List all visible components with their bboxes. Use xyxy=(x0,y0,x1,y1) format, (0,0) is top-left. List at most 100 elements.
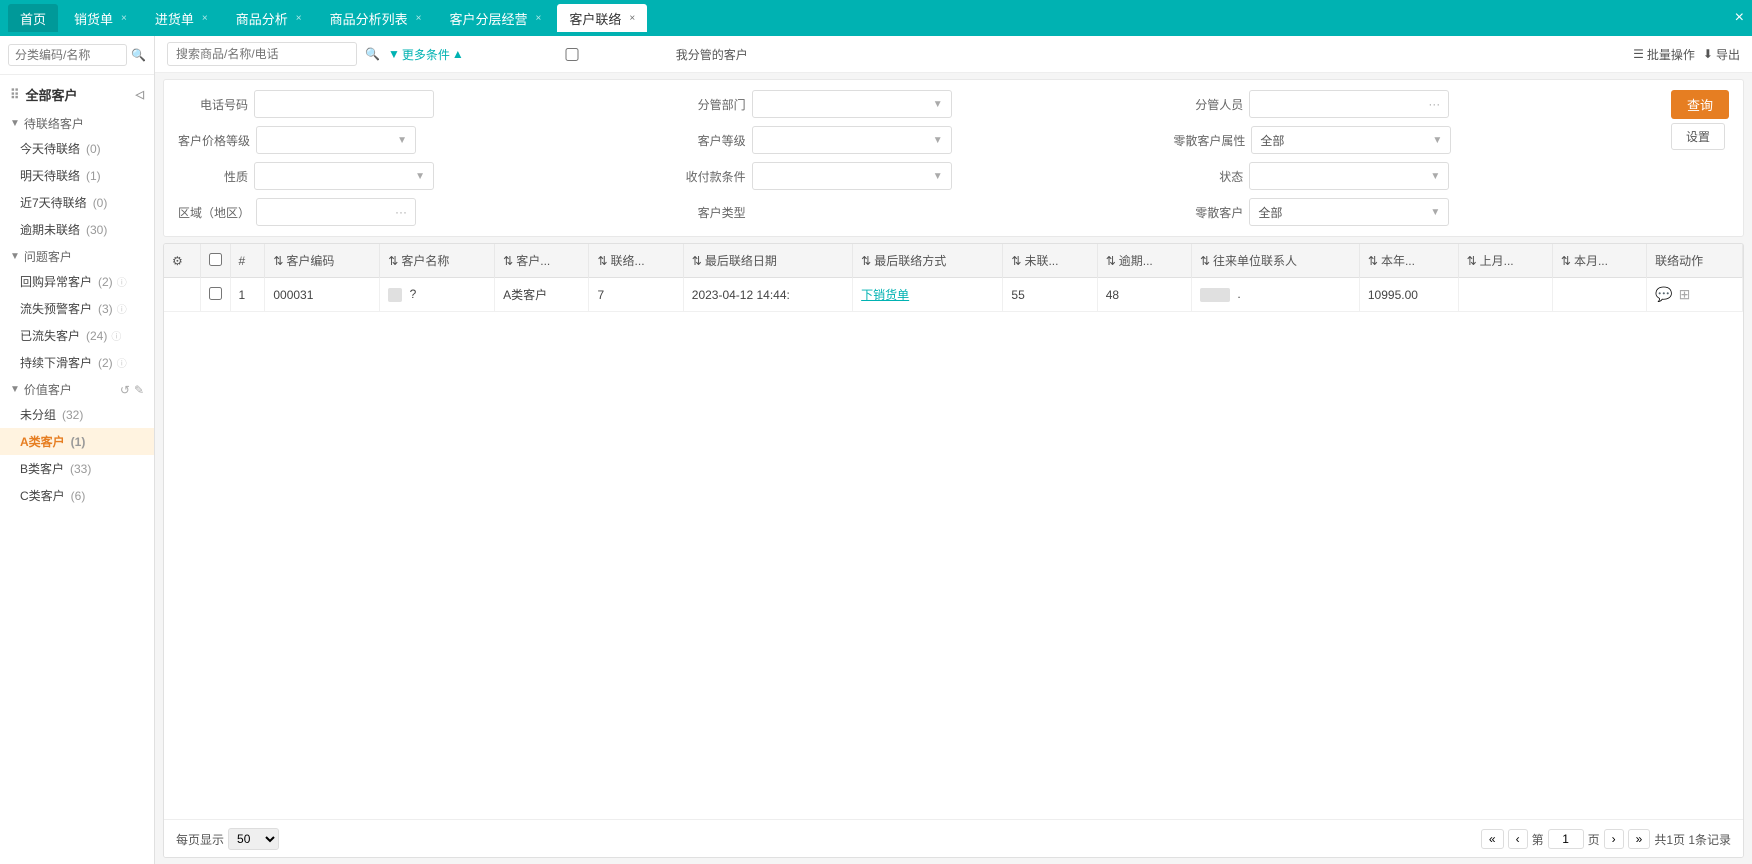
tab-analysis-list[interactable]: 商品分析列表 × xyxy=(318,4,434,32)
tab-customer-contact-close[interactable]: × xyxy=(629,13,635,24)
sidebar-item-tomorrow[interactable]: 明天待联络 (1) xyxy=(0,162,154,189)
sidebar-item-ungroup[interactable]: 未分组 (32) xyxy=(0,401,154,428)
sidebar-item-lost[interactable]: 已流失客户 (24) ⓘ xyxy=(0,322,154,349)
query-button[interactable]: 查询 xyxy=(1671,90,1729,119)
sidebar-item-today[interactable]: 今天待联络 (0) xyxy=(0,135,154,162)
tab-customer-tier[interactable]: 客户分层经营 × xyxy=(437,4,553,32)
filter-bar: 🔍 ▼ 更多条件 ▲ 我分管的客户 ☰ 批量操作 ⬇ 导出 xyxy=(155,36,1752,73)
filter-input-level[interactable]: ▼ xyxy=(752,126,952,154)
table-body: 1 000031 ? A类客户 7 2023-04-12 14:44: 下销货单 xyxy=(164,278,1743,312)
pagination: 每页显示 50 20 100 « ‹ 第 页 › » 共1页 1条记录 xyxy=(164,819,1743,858)
select-all-checkbox[interactable] xyxy=(209,253,222,266)
sidebar-item-7days[interactable]: 近7天待联络 (0) xyxy=(0,189,154,216)
tab-sales-close[interactable]: × xyxy=(121,13,127,24)
sidebar-search-input[interactable] xyxy=(8,44,127,66)
export-button[interactable]: ⬇ 导出 xyxy=(1703,46,1740,63)
first-page-button[interactable]: « xyxy=(1481,829,1504,849)
qr-icon[interactable]: ⊞ xyxy=(1679,286,1691,303)
sidebar-search-icon[interactable]: 🔍 xyxy=(131,48,146,62)
filter-input-retail[interactable]: 全部▼ xyxy=(1249,198,1449,226)
filter-label-person: 分管人员 xyxy=(1173,96,1243,113)
tab-analysis-list-close[interactable]: × xyxy=(416,13,422,24)
sort-icon-type: ⇅ xyxy=(503,254,513,268)
col-this-year: ⇅本年... xyxy=(1359,244,1458,278)
filter-buttons: 查询 设置 xyxy=(1663,90,1729,150)
row-last-method-link[interactable]: 下销货单 xyxy=(861,288,909,302)
sidebar-item-declining-count: (2) xyxy=(98,356,113,370)
name-color-box xyxy=(388,288,402,302)
next-page-button[interactable]: › xyxy=(1604,829,1624,849)
row-action: 💬 ⊞ xyxy=(1647,278,1743,312)
filter-input-payment[interactable]: ▼ xyxy=(752,162,952,190)
settings-icon: ⚙ xyxy=(172,254,183,268)
filter-field-phone: 电话号码 xyxy=(178,90,660,118)
tab-customer-tier-close[interactable]: × xyxy=(535,13,541,24)
tab-purchase-close[interactable]: × xyxy=(202,13,208,24)
row-overdue: 48 xyxy=(1097,278,1191,312)
my-customers-checkbox[interactable]: 我分管的客户 xyxy=(472,46,748,63)
filter-input-dept[interactable]: ▼ xyxy=(752,90,952,118)
filter-label-region: 区域（地区） xyxy=(178,204,250,221)
my-customers-check[interactable] xyxy=(472,48,672,61)
filter-label-payment: 收付款条件 xyxy=(676,168,746,185)
filter-field-payment: 收付款条件 ▼ xyxy=(676,162,1158,190)
sidebar-item-abnormal[interactable]: 回购异常客户 (2) ⓘ xyxy=(0,268,154,295)
sidebar-item-declining[interactable]: 持续下滑客户 (2) ⓘ xyxy=(0,349,154,376)
filter-field-retail-attr: 零散客户属性 全部▼ xyxy=(1173,126,1655,154)
tab-sales[interactable]: 销货单 × xyxy=(62,4,139,32)
filter-input-person[interactable]: ··· xyxy=(1249,90,1449,118)
info-icon-abnormal: ⓘ xyxy=(117,274,127,289)
sidebar-item-c-class[interactable]: C类客户 (6) xyxy=(0,482,154,509)
col-index: # xyxy=(230,244,265,278)
sidebar-item-b-class[interactable]: B类客户 (33) xyxy=(0,455,154,482)
tab-customer-contact[interactable]: 客户联络 × xyxy=(557,4,647,32)
tab-analysis[interactable]: 商品分析 × xyxy=(224,4,314,32)
col-settings[interactable]: ⚙ xyxy=(164,244,200,278)
row-this-year: 10995.00 xyxy=(1359,278,1458,312)
filter-input-status[interactable]: ▼ xyxy=(1249,162,1449,190)
filter-row-4: 区域（地区） ··· 客户类型 零散 xyxy=(178,198,1655,226)
search-input[interactable] xyxy=(167,42,357,66)
refresh-icon[interactable]: ↺ xyxy=(120,383,130,397)
sidebar-item-a-class[interactable]: A类客户 (1) xyxy=(0,428,154,455)
edit-icon[interactable]: ✎ xyxy=(134,383,144,397)
message-icon[interactable]: 💬 xyxy=(1655,286,1672,303)
group-waiting[interactable]: ▼ 待联络客户 xyxy=(0,110,154,135)
page-input[interactable] xyxy=(1548,829,1584,849)
tab-purchase[interactable]: 进货单 × xyxy=(143,4,220,32)
filter-input-phone[interactable] xyxy=(254,90,434,118)
sidebar-item-warning[interactable]: 流失预警客户 (3) ⓘ xyxy=(0,295,154,322)
sidebar-item-overdue[interactable]: 逾期未联络 (30) xyxy=(0,216,154,243)
tab-home[interactable]: 首页 xyxy=(8,4,58,32)
filter-field-level: 客户等级 ▼ xyxy=(676,126,1158,154)
row-name: ? xyxy=(380,278,495,312)
sidebar-item-7days-label: 近7天待联络 xyxy=(20,194,87,211)
more-conditions-button[interactable]: ▼ 更多条件 ▲ xyxy=(388,46,464,63)
filter-search-icon[interactable]: 🔍 xyxy=(365,47,380,61)
total-records-label: 共1页 1条记录 xyxy=(1654,831,1731,848)
filter-input-retail-attr[interactable]: 全部▼ xyxy=(1251,126,1451,154)
group-value[interactable]: ▼ 价值客户 ↺ ✎ xyxy=(0,376,154,401)
per-page-select[interactable]: 50 20 100 xyxy=(228,828,279,850)
row-checkbox[interactable] xyxy=(209,287,222,300)
tab-analysis-close[interactable]: × xyxy=(296,13,302,24)
sidebar-item-declining-label: 持续下滑客户 xyxy=(20,354,92,371)
batch-op-button[interactable]: ☰ 批量操作 xyxy=(1633,46,1695,63)
sidebar-item-today-count: (0) xyxy=(86,142,101,156)
group-problem[interactable]: ▼ 问题客户 xyxy=(0,243,154,268)
filter-input-region[interactable]: ··· xyxy=(256,198,416,226)
sidebar-all-customers[interactable]: ⠿ 全部客户 ◁ xyxy=(0,79,154,110)
last-page-button[interactable]: » xyxy=(1628,829,1651,849)
col-last-method: ⇅最后联络方式 xyxy=(853,244,1003,278)
filter-input-customer-type[interactable] xyxy=(752,198,952,226)
col-last-method-label: 最后联络方式 xyxy=(874,252,946,269)
settings-button[interactable]: 设置 xyxy=(1671,123,1725,150)
col-code-label: 客户编码 xyxy=(286,252,334,269)
close-all-button[interactable]: × xyxy=(1735,9,1744,27)
prev-page-button[interactable]: ‹ xyxy=(1508,829,1528,849)
sidebar-item-warning-label: 流失预警客户 xyxy=(20,300,92,317)
filter-input-nature[interactable]: ▼ xyxy=(254,162,434,190)
filter-input-price-level[interactable]: ▼ xyxy=(256,126,416,154)
filter-field-dept: 分管部门 ▼ xyxy=(676,90,1158,118)
row-type: A类客户 xyxy=(495,278,589,312)
